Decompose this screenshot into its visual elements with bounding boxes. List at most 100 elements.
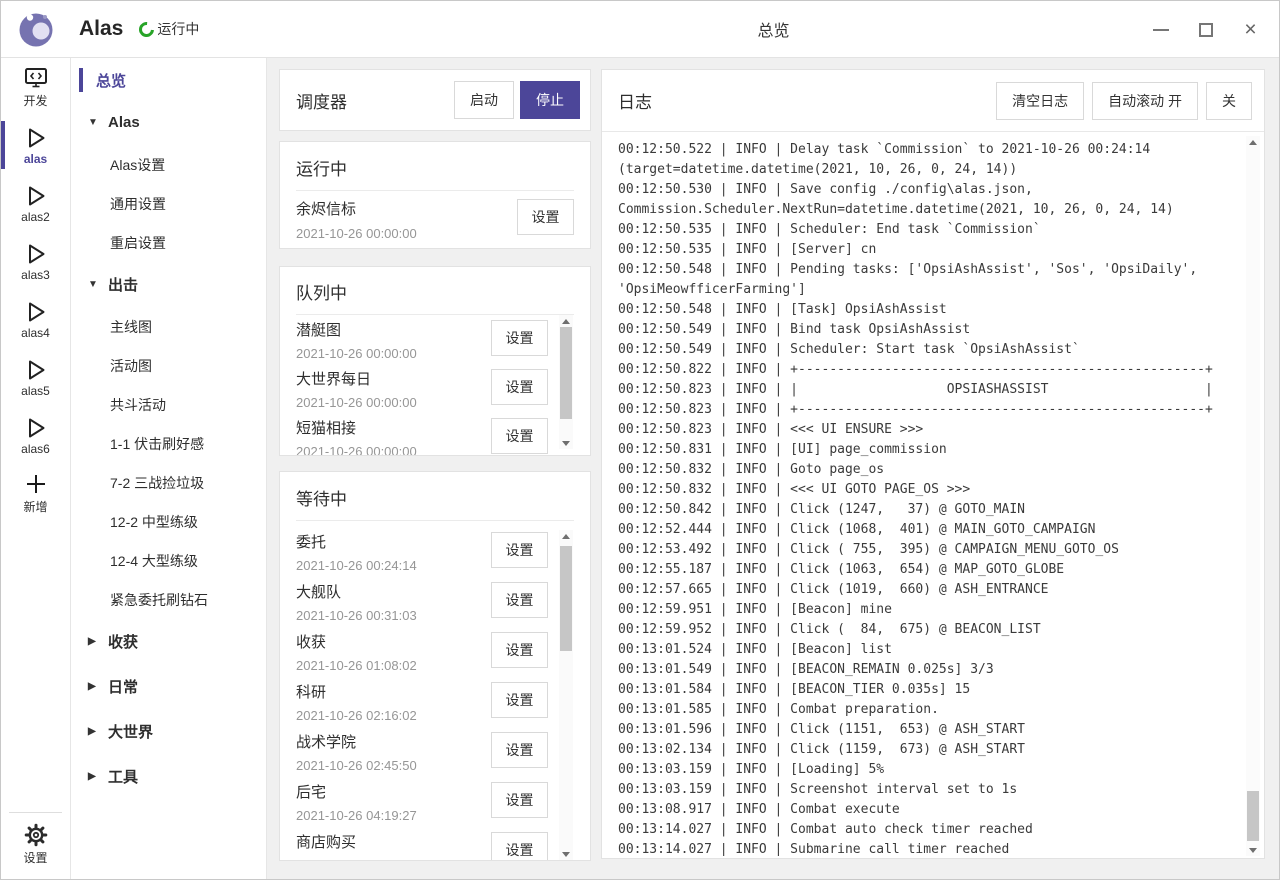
task-setting-button[interactable]: 设置 <box>491 320 548 356</box>
task-time: 2021-10-26 01:08:02 <box>296 656 417 675</box>
log-line: 00:12:50.831 | INFO | [UI] page_commissi… <box>618 440 1242 460</box>
nav-rail-item[interactable]: 新增 <box>1 464 70 522</box>
menu-item[interactable]: 7-2 三战捡垃圾 <box>71 463 266 502</box>
start-button[interactable]: 启动 <box>454 81 514 119</box>
task-setting-button[interactable]: 设置 <box>491 418 548 454</box>
close-icon: × <box>1244 19 1256 40</box>
menu-item[interactable]: 1-1 伏击刷好感 <box>71 424 266 463</box>
task-setting-button[interactable]: 设置 <box>491 782 548 818</box>
log-line: 00:13:08.917 | INFO | Combat execute <box>618 800 1242 820</box>
task-row: 商店购买 设置 <box>296 830 548 860</box>
menu-item[interactable]: ▶ 日常 <box>71 664 266 709</box>
task-setting-button[interactable]: 设置 <box>517 199 574 235</box>
task-setting-button[interactable]: 设置 <box>491 369 548 405</box>
clear-log-button[interactable]: 清空日志 <box>996 82 1084 120</box>
autoscroll-toggle-button[interactable]: 自动滚动 开 <box>1092 82 1198 120</box>
task-time: 2021-10-26 00:00:00 <box>296 442 417 455</box>
maximize-button[interactable] <box>1183 10 1228 50</box>
nav-rail-item-label: alas4 <box>21 326 50 340</box>
menu-item[interactable]: ▼ 出击 <box>71 262 266 307</box>
menu-item[interactable]: ▼ Alas <box>71 100 266 145</box>
nav-rail-item[interactable]: alas2 <box>1 174 70 232</box>
waiting-card: 等待中 委托 2021-10-26 00:24:14 设置 大舰队 <box>279 471 591 861</box>
status-label: 运行中 <box>157 19 199 39</box>
task-name: 商店购买 <box>296 832 356 853</box>
log-title: 日志 <box>618 88 652 113</box>
nav-rail-item[interactable]: alas <box>1 116 70 174</box>
autoscroll-off-button[interactable]: 关 <box>1206 82 1252 120</box>
menu-item[interactable]: 紧急委托刷钻石 <box>71 580 266 619</box>
queued-scrollbar[interactable] <box>559 315 573 449</box>
menu-item[interactable]: ▶ 大世界 <box>71 709 266 754</box>
expander-arrow-icon: ▶ <box>88 771 108 782</box>
scrollbar-thumb[interactable] <box>560 546 572 651</box>
minimize-button[interactable] <box>1138 10 1183 50</box>
menu-item[interactable]: 主线图 <box>71 307 266 346</box>
menu-item[interactable]: 共斗活动 <box>71 385 266 424</box>
task-name: 后宅 <box>296 782 417 803</box>
task-name: 收获 <box>296 632 417 653</box>
alas-logo-icon <box>17 10 55 48</box>
menu-item[interactable]: 总览 <box>71 60 266 100</box>
scroll-down-icon[interactable] <box>559 848 573 860</box>
task-name: 余烬信标 <box>296 199 417 221</box>
scroll-down-icon[interactable] <box>559 437 573 449</box>
scheduler-status: 运行中 <box>139 19 199 39</box>
menu-item[interactable]: 重启设置 <box>71 223 266 262</box>
menu-sidebar: 总览 ▼ Alas Alas设置 通用设置 重启设置 ▼ <box>71 58 267 879</box>
menu-item[interactable]: Alas设置 <box>71 145 266 184</box>
task-time: 2021-10-26 00:00:00 <box>296 393 417 412</box>
play-icon <box>23 415 49 441</box>
scrollbar-thumb[interactable] <box>1247 791 1259 841</box>
nav-rail-item[interactable]: alas5 <box>1 348 70 406</box>
task-setting-button[interactable]: 设置 <box>491 582 548 618</box>
scroll-up-icon[interactable] <box>559 315 573 327</box>
menu-item-label: 大世界 <box>108 721 153 742</box>
queued-title: 队列中 <box>296 279 574 315</box>
task-name: 大世界每日 <box>296 369 417 390</box>
settings-button[interactable]: 设置 <box>9 813 62 875</box>
nav-rail-item-label: alas6 <box>21 442 50 456</box>
expander-arrow-icon: ▼ <box>88 117 108 128</box>
log-line: 00:12:59.952 | INFO | Click ( 84, 675) @… <box>618 620 1242 640</box>
task-row: 委托 2021-10-26 00:24:14 设置 <box>296 530 548 580</box>
task-setting-button[interactable]: 设置 <box>491 832 548 860</box>
menu-item[interactable]: 活动图 <box>71 346 266 385</box>
rail-divider: 设置 <box>9 812 62 875</box>
scroll-down-icon[interactable] <box>1246 844 1260 856</box>
scroll-up-icon[interactable] <box>1246 136 1260 148</box>
menu-item-label: 收获 <box>108 631 138 652</box>
menu-item[interactable]: 通用设置 <box>71 184 266 223</box>
nav-rail-item[interactable]: alas4 <box>1 290 70 348</box>
task-setting-button[interactable]: 设置 <box>491 732 548 768</box>
task-setting-button[interactable]: 设置 <box>491 632 548 668</box>
nav-rail-item[interactable]: alas6 <box>1 406 70 464</box>
log-line: 00:13:01.549 | INFO | [BEACON_REMAIN 0.0… <box>618 660 1242 680</box>
play-icon <box>23 241 49 267</box>
task-name: 科研 <box>296 682 417 703</box>
scheduler-card: 调度器 启动 停止 <box>279 69 591 131</box>
scrollbar-thumb[interactable] <box>560 327 572 419</box>
task-time: 2021-10-26 02:45:50 <box>296 756 417 775</box>
waiting-scrollbar[interactable] <box>559 530 573 860</box>
task-setting-button[interactable]: 设置 <box>491 532 548 568</box>
scroll-up-icon[interactable] <box>559 530 573 542</box>
play-icon <box>23 357 49 383</box>
menu-item[interactable]: ▶ 收获 <box>71 619 266 664</box>
menu-item-label: 7-2 三战捡垃圾 <box>110 473 204 493</box>
menu-item[interactable]: 12-4 大型练级 <box>71 541 266 580</box>
window-controls: × <box>1138 1 1273 58</box>
settings-label: 设置 <box>23 849 47 866</box>
app-title: Alas <box>79 17 123 41</box>
menu-item[interactable]: ▶ 工具 <box>71 754 266 799</box>
close-button[interactable]: × <box>1228 10 1273 50</box>
menu-item[interactable]: 12-2 中型练级 <box>71 502 266 541</box>
log-scrollbar[interactable] <box>1246 136 1260 856</box>
log-line: 00:13:03.159 | INFO | [Loading] 5% <box>618 760 1242 780</box>
nav-rail-item[interactable]: alas3 <box>1 232 70 290</box>
nav-rail-item-label: 新增 <box>23 498 47 515</box>
nav-rail-item[interactable]: 开发 <box>1 58 70 116</box>
task-setting-button[interactable]: 设置 <box>491 682 548 718</box>
stop-button[interactable]: 停止 <box>520 81 580 119</box>
code-monitor-icon <box>23 65 49 91</box>
